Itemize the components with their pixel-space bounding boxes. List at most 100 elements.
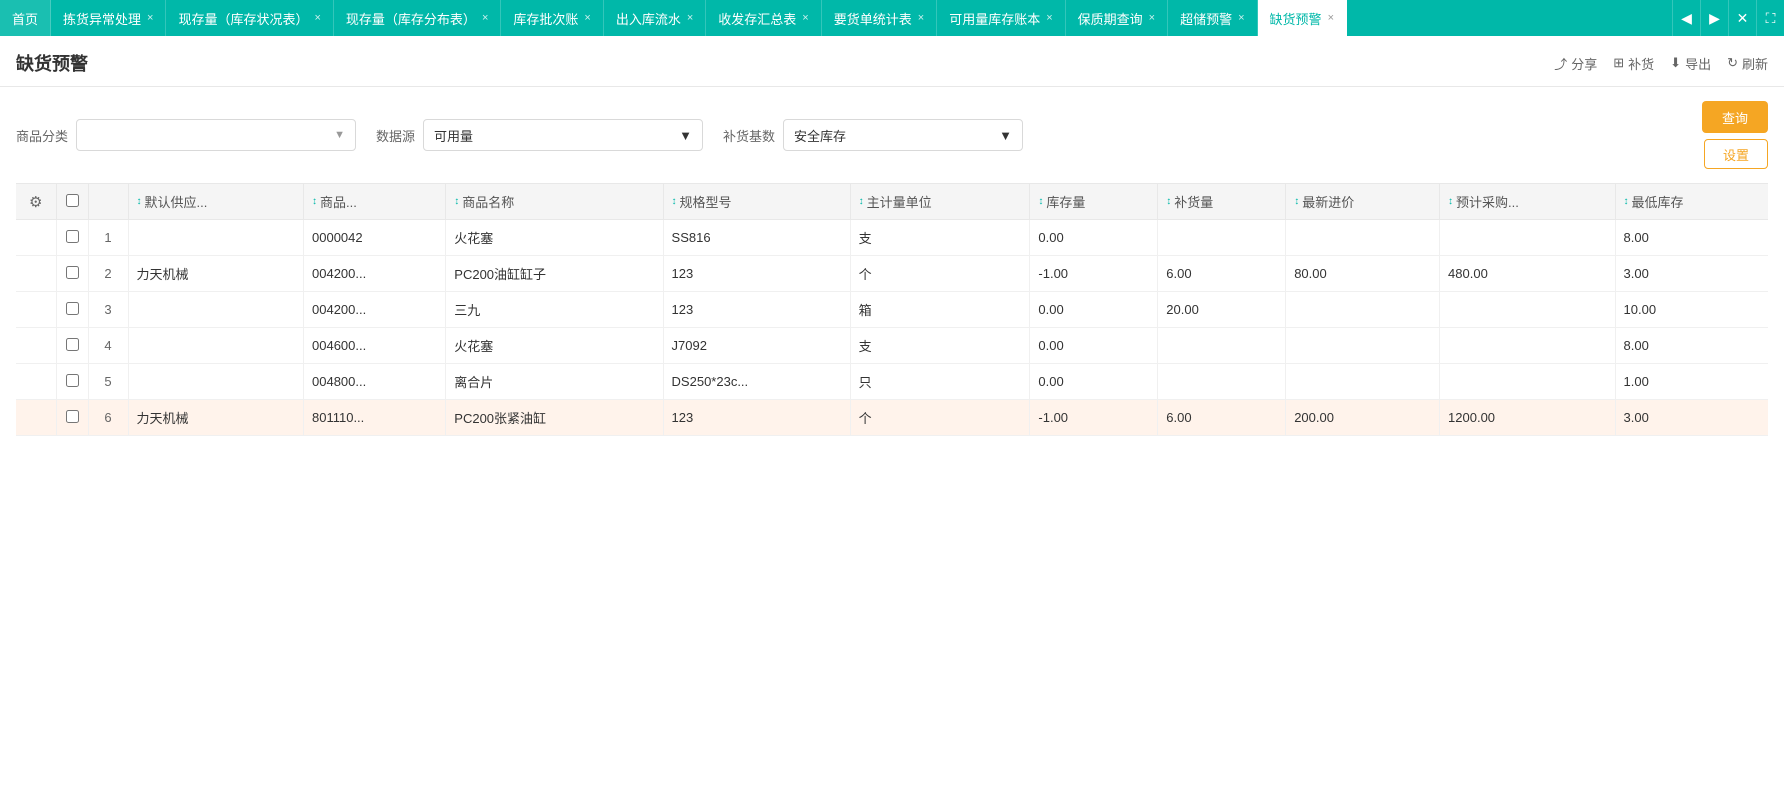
th-spec-icon: ↕ (672, 196, 677, 207)
tab-inventory-dist-close[interactable]: × (482, 12, 488, 24)
table-container: ⚙ ↕ 默认供应... ↕ 商 (0, 183, 1784, 436)
row-name-3: 火花塞 (446, 328, 663, 364)
tab-batch-close[interactable]: × (584, 12, 590, 24)
gear-icon[interactable]: ⚙ (28, 193, 44, 209)
row-checkbox-2[interactable] (66, 302, 79, 315)
table-header-row: ⚙ ↕ 默认供应... ↕ 商 (16, 184, 1768, 220)
row-name-2: 三九 (446, 292, 663, 328)
settings-button[interactable]: 设置 (1704, 139, 1768, 169)
row-replenish-qty-2: 20.00 (1158, 292, 1286, 328)
datasource-select-arrow: ▼ (679, 128, 692, 143)
row-checkbox-cell (56, 364, 88, 400)
th-spec-label: 规格型号 (680, 192, 732, 211)
data-table: ⚙ ↕ 默认供应... ↕ 商 (16, 183, 1768, 436)
row-num-3: 4 (88, 328, 128, 364)
tab-inout-flow-close[interactable]: × (687, 12, 693, 24)
row-supplier-3 (128, 328, 304, 364)
row-num-5: 6 (88, 400, 128, 436)
close-tab-button[interactable]: ✕ (1728, 0, 1756, 36)
th-replenish-qty-label: 补货量 (1174, 192, 1213, 211)
th-product-name: ↕ 商品名称 (446, 184, 663, 220)
tab-order-stats-close[interactable]: × (918, 12, 924, 24)
row-checkbox-4[interactable] (66, 374, 79, 387)
tab-inventory-status[interactable]: 现存量（库存状况表） × (166, 0, 333, 36)
tab-inout-flow-label: 出入库流水 (616, 9, 681, 28)
th-stock-label: 库存量 (1046, 192, 1085, 211)
row-code-5: 801110... (304, 400, 446, 436)
row-supplier-2 (128, 292, 304, 328)
share-button[interactable]: ⤴ 分享 (1554, 54, 1597, 73)
datasource-select[interactable]: 可用量 ▼ (423, 119, 703, 151)
share-label: 分享 (1571, 54, 1597, 73)
row-supplier-4 (128, 364, 304, 400)
row-min-stock-1: 3.00 (1615, 256, 1768, 292)
th-product-name-label: 商品名称 (462, 192, 514, 211)
tab-overstock[interactable]: 超储预警 × (1168, 0, 1257, 36)
tab-shortage[interactable]: 缺货预警 × (1258, 0, 1347, 36)
th-default-supplier-label: 默认供应... (145, 192, 208, 211)
row-num-1: 2 (88, 256, 128, 292)
tab-collect-summary-close[interactable]: × (802, 12, 808, 24)
export-button[interactable]: ⬇ 导出 (1670, 54, 1711, 73)
nav-arrows: ◀ ▶ ✕ ⛶ (1672, 0, 1784, 36)
row-settings-cell (16, 256, 56, 292)
row-stock-2: 0.00 (1030, 292, 1158, 328)
top-nav: 首页 拣货异常处理 × 现存量（库存状况表） × 现存量（库存分布表） × 库存… (0, 0, 1784, 36)
select-all-checkbox[interactable] (66, 194, 79, 207)
tab-order-stats[interactable]: 要货单统计表 × (822, 0, 937, 36)
th-latest-price-icon: ↕ (1294, 196, 1299, 207)
query-button[interactable]: 查询 (1702, 101, 1768, 133)
tab-collect-summary[interactable]: 收发存汇总表 × (706, 0, 821, 36)
replenish-base-select[interactable]: 安全库存 ▼ (783, 119, 1023, 151)
row-est-purchase-0 (1440, 220, 1616, 256)
row-est-purchase-1: 480.00 (1440, 256, 1616, 292)
row-checkbox-5[interactable] (66, 410, 79, 423)
refresh-button[interactable]: ↻ 刷新 (1727, 54, 1768, 73)
category-select[interactable]: ▼ (76, 119, 356, 151)
row-name-1: PC200油缸缸子 (446, 256, 663, 292)
th-latest-price-label: 最新进价 (1302, 192, 1354, 211)
row-checkbox-0[interactable] (66, 230, 79, 243)
row-min-stock-0: 8.00 (1615, 220, 1768, 256)
row-est-purchase-4 (1440, 364, 1616, 400)
th-unit-icon: ↕ (859, 196, 864, 207)
nav-right-button[interactable]: ▶ (1700, 0, 1728, 36)
header-actions: ⤴ 分享 ⊞ 补货 ⬇ 导出 ↻ 刷新 (1554, 54, 1768, 73)
replenish-icon: ⊞ (1613, 55, 1624, 71)
replenish-label: 补货 (1628, 54, 1654, 73)
tab-exception[interactable]: 拣货异常处理 × (51, 0, 166, 36)
row-checkbox-1[interactable] (66, 266, 79, 279)
table-row: 3 004200... 三九 123 箱 0.00 20.00 10.00 (16, 292, 1768, 328)
fullscreen-button[interactable]: ⛶ (1756, 0, 1784, 36)
row-checkbox-3[interactable] (66, 338, 79, 351)
row-checkbox-cell (56, 220, 88, 256)
tab-available-ledger-close[interactable]: × (1046, 12, 1052, 24)
tab-inventory-dist[interactable]: 现存量（库存分布表） × (334, 0, 501, 36)
tab-batch[interactable]: 库存批次账 × (501, 0, 603, 36)
tab-home[interactable]: 首页 (0, 0, 51, 36)
tab-expiry-query-close[interactable]: × (1149, 12, 1155, 24)
replenish-button[interactable]: ⊞ 补货 (1613, 54, 1654, 73)
page-header: 缺货预警 ⤴ 分享 ⊞ 补货 ⬇ 导出 ↻ 刷新 (0, 36, 1784, 87)
tab-shortage-close[interactable]: × (1328, 12, 1334, 24)
tab-inventory-status-close[interactable]: × (314, 12, 320, 24)
row-spec-1: 123 (663, 256, 850, 292)
tab-available-ledger[interactable]: 可用量库存账本 × (937, 0, 1065, 36)
row-latest-price-3 (1286, 328, 1440, 364)
row-settings-cell (16, 292, 56, 328)
tab-exception-close[interactable]: × (147, 12, 153, 24)
tab-inout-flow[interactable]: 出入库流水 × (604, 0, 706, 36)
th-stock: ↕ 库存量 (1030, 184, 1158, 220)
row-stock-3: 0.00 (1030, 328, 1158, 364)
tab-expiry-query[interactable]: 保质期查询 × (1066, 0, 1168, 36)
tab-home-label: 首页 (12, 9, 38, 28)
category-select-arrow: ▼ (334, 129, 345, 141)
row-unit-4: 只 (850, 364, 1030, 400)
th-spec: ↕ 规格型号 (663, 184, 850, 220)
nav-left-button[interactable]: ◀ (1672, 0, 1700, 36)
tab-exception-label: 拣货异常处理 (63, 9, 141, 28)
th-product-name-icon: ↕ (454, 196, 459, 207)
category-filter-label: 商品分类 (16, 126, 68, 145)
row-stock-4: 0.00 (1030, 364, 1158, 400)
tab-overstock-close[interactable]: × (1238, 12, 1244, 24)
